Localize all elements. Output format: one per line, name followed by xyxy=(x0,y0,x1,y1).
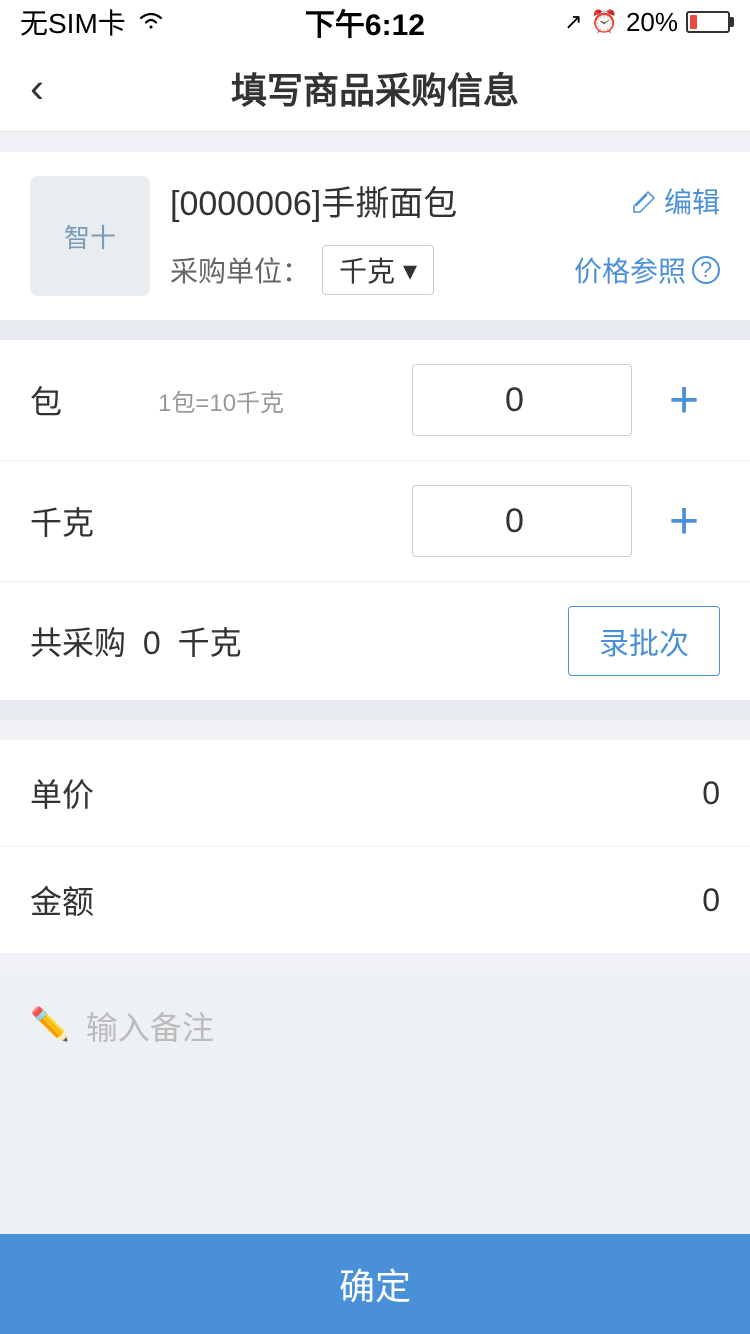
edit-icon xyxy=(632,188,658,214)
location-icon: ↗ xyxy=(564,9,582,35)
nav-bar: ‹ 填写商品采购信息 xyxy=(0,44,750,132)
product-full-name: [0000006]手撕面包 xyxy=(170,176,457,225)
unit-price-row: 单价 0 xyxy=(0,740,750,847)
battery-pct: 20% xyxy=(626,7,678,38)
alarm-icon: ⏰ xyxy=(591,9,618,35)
edit-button[interactable]: 编辑 xyxy=(632,181,720,221)
divider-2 xyxy=(0,700,750,720)
wifi-icon xyxy=(136,6,166,38)
divider-1 xyxy=(0,320,750,340)
note-section[interactable]: ✏️ 输入备注 xyxy=(0,973,750,1079)
product-name-row: [0000006]手撕面包 编辑 xyxy=(170,176,720,225)
amount-row: 金额 0 xyxy=(0,847,750,953)
amount-label: 金额 xyxy=(30,877,94,923)
kg-input-wrap: + xyxy=(150,485,720,557)
bao-hint: 1包=10千克 xyxy=(158,383,284,418)
kg-label: 千克 xyxy=(30,498,150,544)
confirm-button[interactable]: 确定 xyxy=(0,1234,750,1334)
kg-input[interactable] xyxy=(412,485,632,557)
product-logo-text: 智十 xyxy=(64,218,116,255)
price-ref-label: 价格参照 xyxy=(574,250,686,290)
product-thumbnail: 智十 xyxy=(30,176,150,296)
amount-value: 0 xyxy=(702,882,720,919)
status-bar: 无SIM卡 下午6:12 ↗ ⏰ 20% xyxy=(0,0,750,44)
back-button[interactable]: ‹ xyxy=(30,64,44,112)
note-pencil-icon: ✏️ xyxy=(30,1005,70,1043)
bao-input-row: 包 1包=10千克 + xyxy=(0,340,750,461)
status-time: 下午6:12 xyxy=(305,0,425,44)
dropdown-arrow-icon: ▾ xyxy=(403,254,417,287)
unit-price-label: 单价 xyxy=(30,770,94,816)
total-row: 共采购 0 千克 录批次 xyxy=(0,581,750,700)
note-placeholder-text: 输入备注 xyxy=(86,1003,214,1049)
total-purchase-label: 共采购 0 千克 xyxy=(30,618,242,664)
kg-input-row: 千克 + xyxy=(0,461,750,581)
confirm-label: 确定 xyxy=(339,1258,411,1310)
unit-value: 千克 xyxy=(339,250,395,290)
carrier-text: 无SIM卡 xyxy=(20,2,126,42)
bao-input[interactable] xyxy=(412,364,632,436)
product-card: 智十 [0000006]手撕面包 编辑 采购单位： 千克 ▾ 价格参照 xyxy=(0,152,750,320)
purchase-unit-row: 采购单位： 千克 ▾ 价格参照 ? xyxy=(170,245,720,295)
battery-icon xyxy=(686,11,730,33)
unit-price-value: 0 xyxy=(702,775,720,812)
batch-record-button[interactable]: 录批次 xyxy=(568,606,720,676)
status-right: ↗ ⏰ 20% xyxy=(564,7,730,38)
page-title: 填写商品采购信息 xyxy=(231,62,519,114)
help-icon: ? xyxy=(692,256,720,284)
edit-label: 编辑 xyxy=(664,181,720,221)
purchase-unit-label: 采购单位： xyxy=(170,250,310,290)
bao-plus-button[interactable]: + xyxy=(648,364,720,436)
quantity-input-section: 包 1包=10千克 + 千克 + xyxy=(0,340,750,581)
unit-select-dropdown[interactable]: 千克 ▾ xyxy=(322,245,434,295)
price-section: 单价 0 金额 0 xyxy=(0,740,750,953)
kg-plus-button[interactable]: + xyxy=(648,485,720,557)
price-reference-button[interactable]: 价格参照 ? xyxy=(574,250,720,290)
bao-input-wrap: + xyxy=(284,364,720,436)
status-left: 无SIM卡 xyxy=(20,2,166,42)
bao-label: 包 xyxy=(30,377,150,423)
product-info: [0000006]手撕面包 编辑 采购单位： 千克 ▾ 价格参照 ? xyxy=(170,176,720,295)
